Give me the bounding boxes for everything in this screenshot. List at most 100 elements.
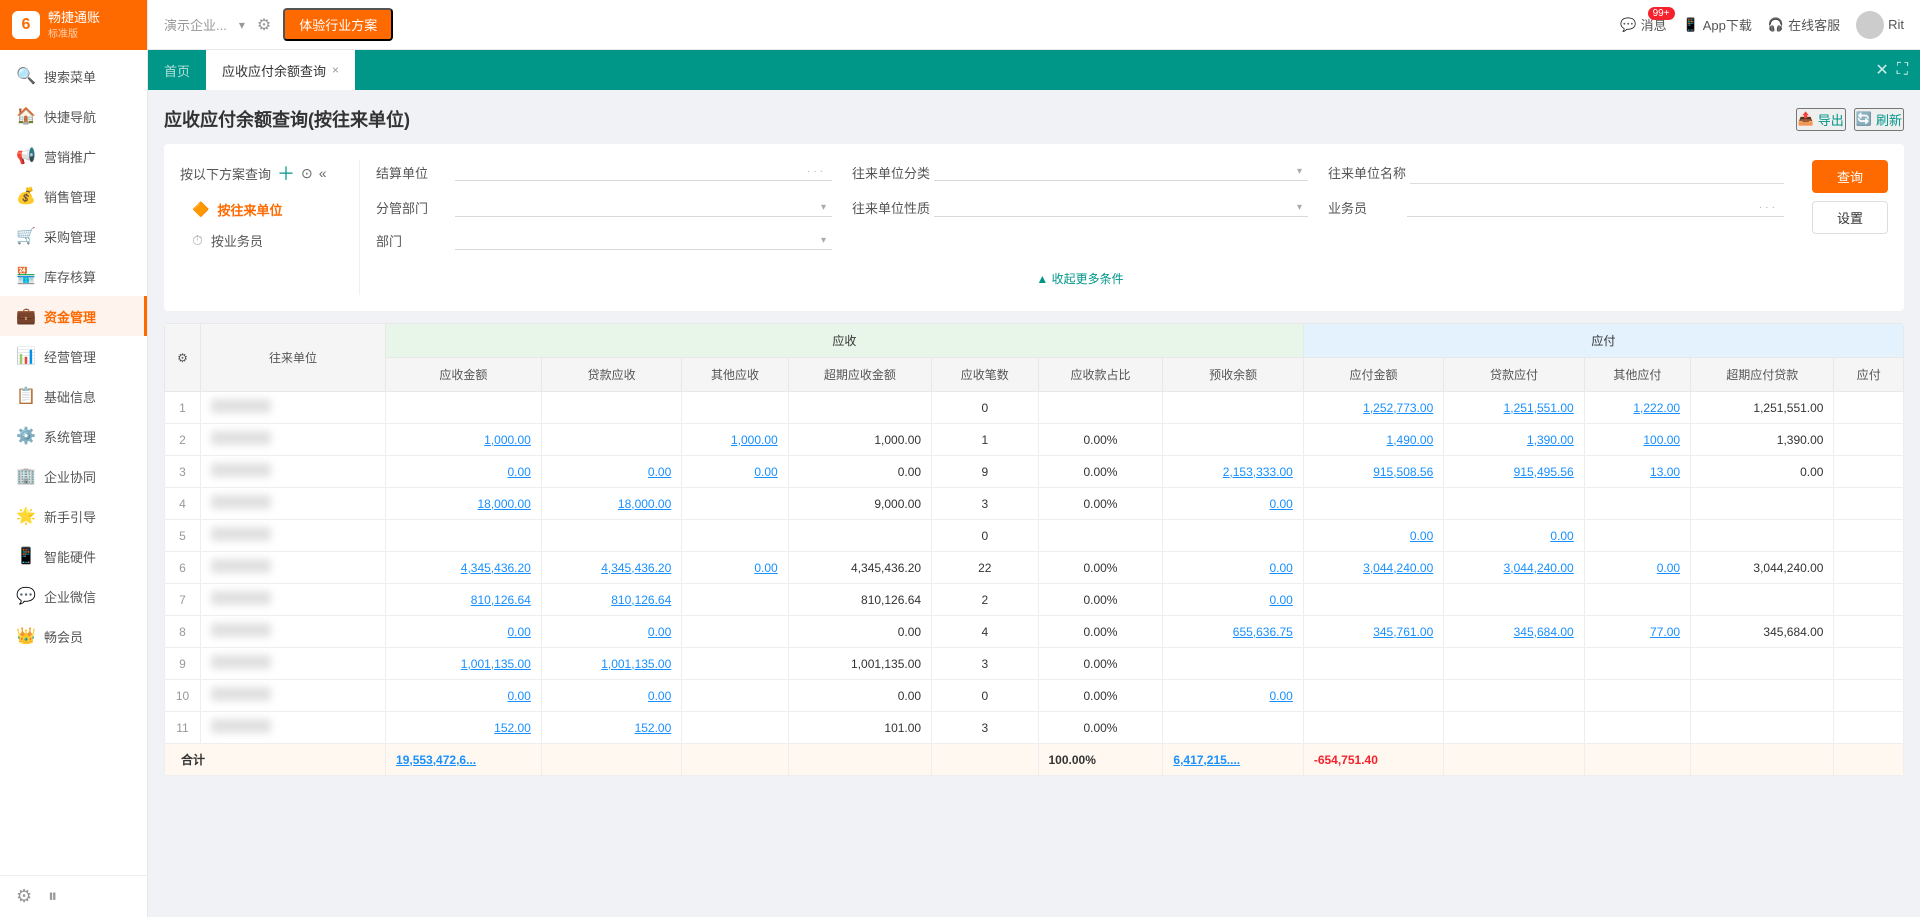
row-partner bbox=[201, 520, 386, 552]
promo-button[interactable]: 体验行业方案 bbox=[283, 8, 393, 41]
filter-nav-partner[interactable]: 🔶 按往来单位 bbox=[180, 196, 347, 223]
row-num: 4 bbox=[165, 488, 201, 520]
tab-balance[interactable]: 应收应付余额查询× bbox=[206, 50, 355, 90]
partner-name-input[interactable] bbox=[1410, 160, 1784, 184]
service-action[interactable]: 🎧 在线客服 bbox=[1768, 15, 1840, 34]
app-download-action[interactable]: 📱 App下载 bbox=[1683, 15, 1752, 34]
blurred-partner bbox=[211, 463, 271, 477]
refresh-icon: 🔄 bbox=[1856, 111, 1872, 127]
sidebar-item-hardware[interactable]: 📱智能硬件 bbox=[0, 536, 147, 576]
message-action[interactable]: 💬 消息 99+ bbox=[1620, 15, 1666, 34]
th-ar-ratio: 应收款占比 bbox=[1038, 358, 1163, 392]
sidebar-item-sales[interactable]: 💰销售管理 bbox=[0, 176, 147, 216]
filter-nav-salesman[interactable]: ⏱ 按业务员 bbox=[180, 227, 347, 254]
company-name: 演示企业... bbox=[164, 15, 227, 34]
row-num: 1 bbox=[165, 392, 201, 424]
th-settings[interactable]: ⚙ bbox=[165, 324, 201, 392]
blurred-partner bbox=[211, 655, 271, 669]
footer-ar-ratio: 100.00% bbox=[1038, 744, 1163, 776]
sidebar-item-system[interactable]: ⚙️系统管理 bbox=[0, 416, 147, 456]
query-button[interactable]: 查询 bbox=[1812, 160, 1888, 193]
row-num: 7 bbox=[165, 584, 201, 616]
row-partner bbox=[201, 616, 386, 648]
data-table-container: ⚙ 往来单位 应收 应付 应收金额 贷款应收 其他应收 超期应收金额 应收笔数 … bbox=[164, 323, 1904, 776]
partner-nature-select[interactable]: ▾ bbox=[934, 199, 1308, 217]
collab-icon: 🏢 bbox=[16, 466, 36, 486]
sidebar-item-finance[interactable]: 💼资金管理 bbox=[0, 296, 147, 336]
company-chevron-icon[interactable]: ▾ bbox=[239, 18, 245, 32]
sidebar-item-member[interactable]: 👑畅会员 bbox=[0, 616, 147, 656]
footer-ar-count bbox=[932, 744, 1038, 776]
basic-icon: 📋 bbox=[16, 386, 36, 406]
settings-footer-icon[interactable]: ⚙ bbox=[16, 886, 32, 907]
blurred-partner bbox=[211, 719, 271, 733]
logo-text: 畅捷通账 标准版 bbox=[48, 10, 100, 41]
branch-dept-chevron-icon: ▾ bbox=[821, 235, 826, 246]
row-partner bbox=[201, 456, 386, 488]
row-num: 6 bbox=[165, 552, 201, 584]
sidebar-item-marketing[interactable]: 📢营销推广 bbox=[0, 136, 147, 176]
partner-category-chevron-icon: ▾ bbox=[1297, 166, 1302, 177]
export-button[interactable]: 📤 导出 bbox=[1796, 108, 1846, 131]
th-ar-count: 应收笔数 bbox=[932, 358, 1038, 392]
filter-add-icon[interactable]: ＋ bbox=[277, 160, 295, 186]
footer-ar-amount[interactable]: 19,553,472,6... bbox=[386, 744, 542, 776]
settlement-unit-input[interactable]: ··· bbox=[455, 163, 832, 181]
setting-button[interactable]: 设置 bbox=[1812, 201, 1888, 234]
partner-category-select[interactable]: ▾ bbox=[934, 163, 1308, 181]
sidebar-item-collab[interactable]: 🏢企业协同 bbox=[0, 456, 147, 496]
sidebar-item-guide[interactable]: 🌟新手引导 bbox=[0, 496, 147, 536]
field-partner-category: 往来单位分类 ▾ bbox=[852, 160, 1308, 184]
row-partner bbox=[201, 680, 386, 712]
sidebar-item-quick[interactable]: 🏠快捷导航 bbox=[0, 96, 147, 136]
table-row: 4 18,000.00 18,000.00 9,000.00 3 0.00% 0… bbox=[165, 488, 1904, 520]
inventory-icon: 🏪 bbox=[16, 266, 36, 286]
th-ap-col: 应付 bbox=[1834, 358, 1904, 392]
th-partner: 往来单位 bbox=[201, 324, 386, 392]
sidebar-item-wechat[interactable]: 💬企业微信 bbox=[0, 576, 147, 616]
blurred-partner bbox=[211, 623, 271, 637]
th-group-ap: 应付 bbox=[1303, 324, 1903, 358]
field-partner-name: 往来单位名称 bbox=[1328, 160, 1784, 184]
maximize-icon[interactable]: ⛶ bbox=[1897, 61, 1908, 79]
collapse-btn[interactable]: ▲ 收起更多条件 bbox=[376, 262, 1784, 295]
filter-target-icon[interactable]: ⊙ bbox=[301, 165, 313, 182]
sidebar-item-inventory[interactable]: 🏪库存核算 bbox=[0, 256, 147, 296]
tabbar-actions: ✕ ⛶ bbox=[1863, 60, 1920, 80]
row-partner bbox=[201, 584, 386, 616]
salesman-input[interactable]: ··· bbox=[1407, 199, 1784, 217]
sales-icon: 💰 bbox=[16, 186, 36, 206]
row-partner bbox=[201, 552, 386, 584]
refresh-button[interactable]: 🔄 刷新 bbox=[1854, 108, 1904, 131]
sidebar-item-purchase[interactable]: 🛒采购管理 bbox=[0, 216, 147, 256]
row-partner bbox=[201, 712, 386, 744]
service-icon: 🎧 bbox=[1768, 17, 1784, 33]
th-ap-amount: 应付金额 bbox=[1303, 358, 1443, 392]
operate-icon: 📊 bbox=[16, 346, 36, 366]
tab-home[interactable]: 首页 bbox=[148, 50, 206, 90]
table-row: 6 4,345,436.20 4,345,436.20 0.00 4,345,4… bbox=[165, 552, 1904, 584]
field-dept: 分管部门 ▾ bbox=[376, 198, 832, 217]
sidebar-item-operate[interactable]: 📊经营管理 bbox=[0, 336, 147, 376]
footer-ap-col bbox=[1834, 744, 1904, 776]
settings-icon[interactable]: ⚙ bbox=[257, 15, 271, 35]
footer-label: 合计 bbox=[165, 744, 386, 776]
settlement-dots-icon: ··· bbox=[807, 166, 826, 177]
dept-select[interactable]: ▾ bbox=[455, 199, 832, 217]
user-action[interactable]: Rit bbox=[1856, 11, 1904, 39]
member-icon: 👑 bbox=[16, 626, 36, 646]
sidebar-item-basic[interactable]: 📋基础信息 bbox=[0, 376, 147, 416]
collapse-footer-icon[interactable]: ⏸ bbox=[48, 886, 57, 907]
table-row: 3 0.00 0.00 0.00 0.00 9 0.00% 2,153,333.… bbox=[165, 456, 1904, 488]
sidebar: 6 畅捷通账 标准版 🔍搜索菜单🏠快捷导航📢营销推广💰销售管理🛒采购管理🏪库存核… bbox=[0, 0, 148, 917]
filter-left-icon[interactable]: « bbox=[319, 165, 327, 181]
close-window-icon[interactable]: ✕ bbox=[1875, 60, 1888, 80]
footer-ar-prepaid[interactable]: 6,417,215.... bbox=[1163, 744, 1303, 776]
footer-ap-other bbox=[1584, 744, 1690, 776]
branch-dept-select[interactable]: ▾ bbox=[455, 232, 832, 250]
th-ar-amount: 应收金额 bbox=[386, 358, 542, 392]
avatar bbox=[1856, 11, 1884, 39]
sidebar-item-search[interactable]: 🔍搜索菜单 bbox=[0, 56, 147, 96]
field-salesman: 业务员 ··· bbox=[1328, 198, 1784, 217]
tab-close-balance[interactable]: × bbox=[332, 63, 339, 77]
